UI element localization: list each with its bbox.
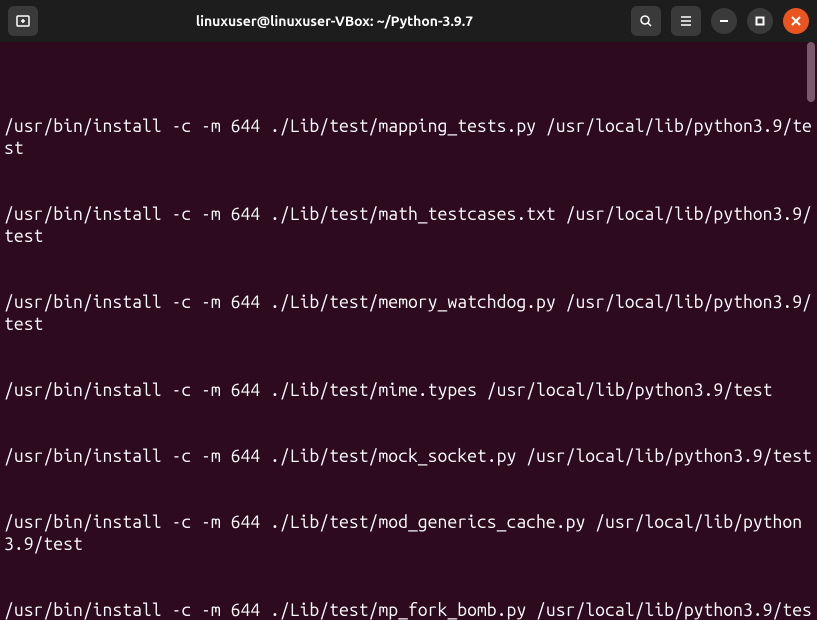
output-line: /usr/bin/install -c -m 644 ./Lib/test/ma…	[4, 116, 813, 160]
output-line: /usr/bin/install -c -m 644 ./Lib/test/mi…	[4, 380, 813, 402]
close-icon	[791, 16, 801, 26]
output-line: /usr/bin/install -c -m 644 ./Lib/test/mp…	[4, 600, 813, 620]
scrollbar[interactable]	[807, 42, 815, 102]
new-tab-button[interactable]	[8, 6, 38, 36]
titlebar: linuxuser@linuxuser-VBox: ~/Python-3.9.7	[0, 0, 817, 42]
menu-button[interactable]	[671, 6, 701, 36]
window-title: linuxuser@linuxuser-VBox: ~/Python-3.9.7	[46, 13, 623, 29]
maximize-button[interactable]	[747, 8, 773, 34]
titlebar-left	[8, 6, 38, 36]
output-line: /usr/bin/install -c -m 644 ./Lib/test/me…	[4, 292, 813, 336]
terminal-output[interactable]: /usr/bin/install -c -m 644 ./Lib/test/ma…	[0, 42, 817, 620]
output-line: /usr/bin/install -c -m 644 ./Lib/test/mo…	[4, 512, 813, 556]
output-line: /usr/bin/install -c -m 644 ./Lib/test/mo…	[4, 446, 813, 468]
minimize-button[interactable]	[711, 8, 737, 34]
output-line: /usr/bin/install -c -m 644 ./Lib/test/ma…	[4, 204, 813, 248]
minimize-icon	[719, 16, 729, 26]
new-tab-icon	[15, 13, 31, 29]
close-button[interactable]	[783, 8, 809, 34]
hamburger-icon	[678, 13, 694, 29]
search-icon	[638, 13, 654, 29]
search-button[interactable]	[631, 6, 661, 36]
titlebar-right	[631, 6, 809, 36]
maximize-icon	[755, 16, 765, 26]
